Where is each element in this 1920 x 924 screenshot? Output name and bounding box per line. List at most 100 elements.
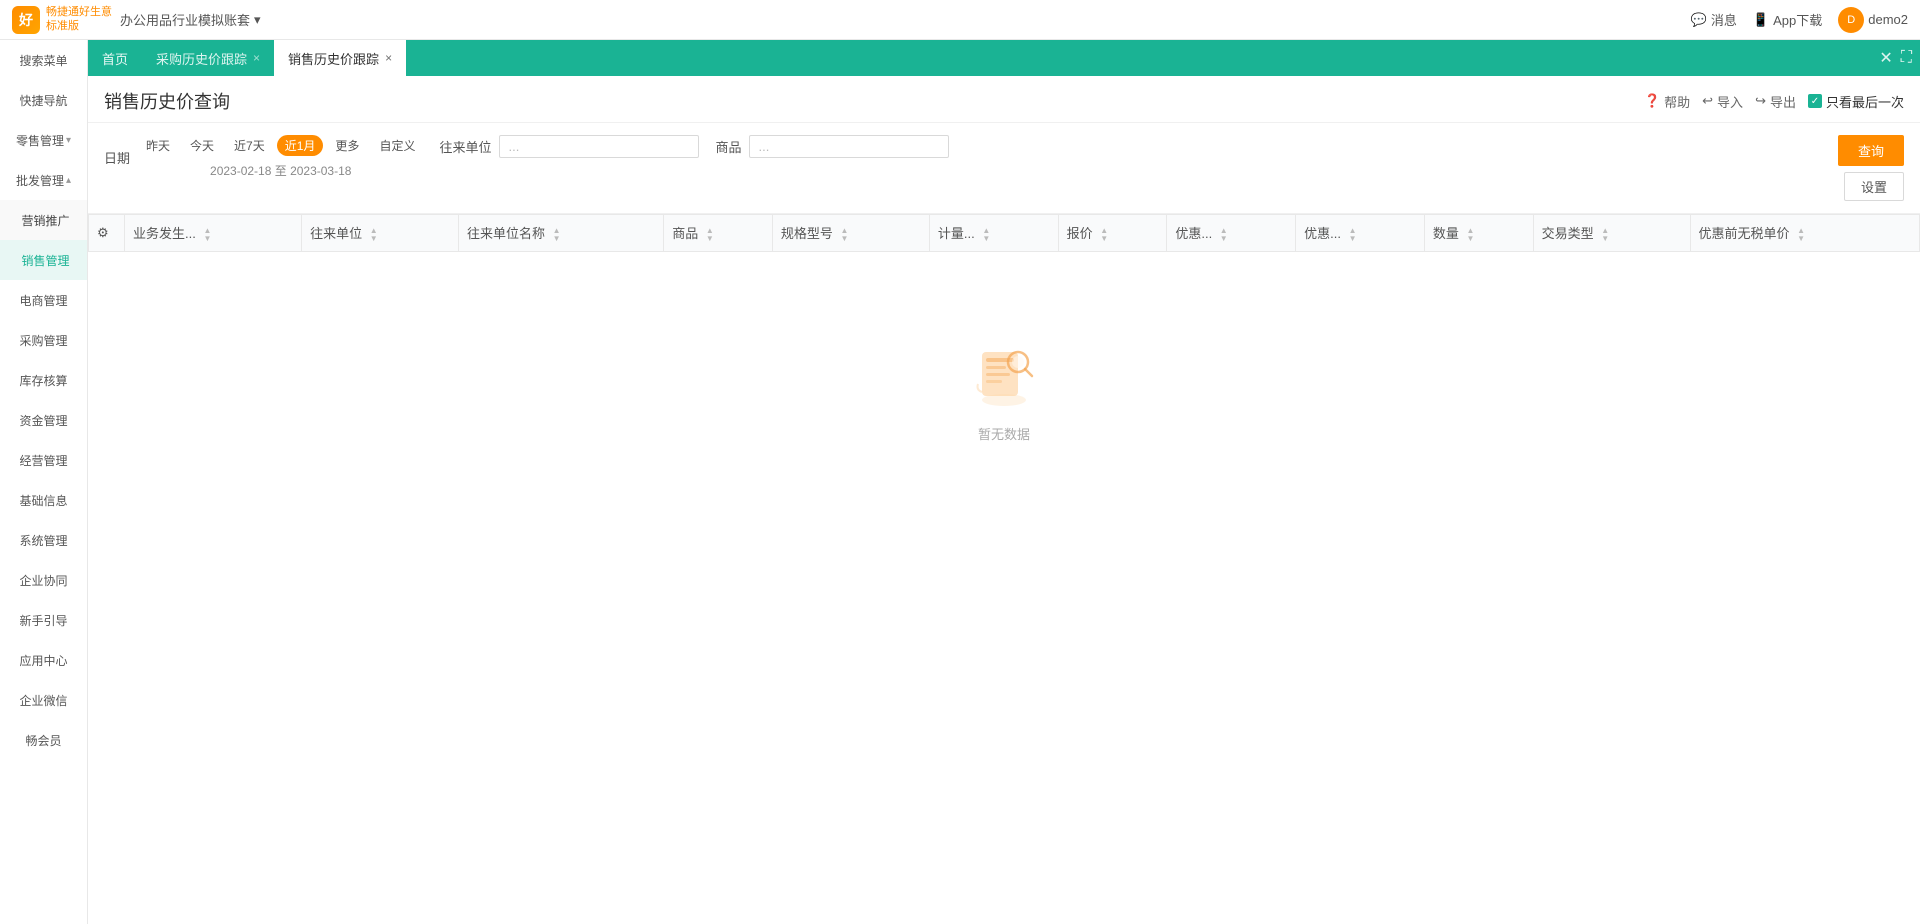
date-btn-1month[interactable]: 近1月 [277,135,324,156]
col-partner[interactable]: 往来单位 ▲▼ [302,215,459,252]
empty-illustration [964,332,1044,412]
empty-text: 暂无数据 [978,424,1030,443]
sidebar-item-wholesale[interactable]: 批发管理 ▴ [0,160,87,200]
sort-arrows-partner-name: ▲▼ [553,227,561,243]
app-download-button[interactable]: 📱 App下载 [1753,10,1822,29]
tab-close-all-button[interactable]: ✕ [1879,48,1892,68]
goods-label: 商品 [715,137,741,156]
date-btn-today[interactable]: 今天 [182,135,222,156]
tab-home[interactable]: 首页 [88,40,142,76]
sidebar-item-ecommerce[interactable]: 电商管理 [0,280,87,320]
logo-area: 好 畅捷通好生意 标准版 [12,6,112,34]
top-header: 好 畅捷通好生意 标准版 办公用品行业模拟账套 ▾ 💬 消息 📱 App下载 D… [0,0,1920,40]
chevron-up-icon: ▴ [66,175,71,186]
query-button[interactable]: 查询 [1838,135,1904,166]
sidebar-item-label: 新手引导 [19,612,67,629]
sort-arrows-discount1: ▲▼ [1220,227,1228,243]
sidebar-item-sales-mgmt[interactable]: 销售管理 [0,240,87,280]
sidebar-item-wechat[interactable]: 企业微信 [0,680,87,720]
user-avatar-area[interactable]: D demo2 [1838,7,1908,33]
sidebar-item-purchase[interactable]: 采购管理 [0,320,87,360]
import-button[interactable]: ↩ 导入 [1702,92,1743,111]
tabs-bar: 首页 采购历史价跟踪 × 销售历史价跟踪 × ✕ ⛶ [88,40,1920,76]
sidebar-item-label: 经营管理 [19,452,67,469]
col-spec[interactable]: 规格型号 ▲▼ [772,215,929,252]
sidebar-item-label: 营销推广 [21,212,69,229]
page-title-area: 销售历史价查询 ❓ 帮助 ↩ 导入 ↪ 导出 ✓ 只看最后一次 [88,76,1920,123]
export-icon: ↪ [1755,93,1766,109]
sort-arrows-spec: ▲▼ [841,227,849,243]
col-discount2[interactable]: 优惠... ▲▼ [1296,215,1425,252]
message-icon: 💬 [1691,12,1707,28]
sidebar-item-member[interactable]: 畅会员 [0,720,87,760]
date-filter-group: 日期 昨天 今天 近7天 近1月 更多 自定义 2023-02-18 至 202… [104,135,423,179]
sidebar-item-marketing[interactable]: 营销推广 [0,200,87,240]
col-price[interactable]: 报价 ▲▼ [1058,215,1167,252]
partner-input[interactable]: ... [499,135,699,158]
sidebar-item-retail[interactable]: 零售管理 ▾ [0,120,87,160]
table-header-row: ⚙ 业务发生... ▲▼ 往来单位 ▲▼ 往来单位名称 ▲▼ 商品 [89,215,1920,252]
sidebar-item-corp[interactable]: 企业协同 [0,560,87,600]
sidebar-item-label: 销售管理 [21,252,69,269]
main-content: 销售历史价查询 ❓ 帮助 ↩ 导入 ↪ 导出 ✓ 只看最后一次 日期 [88,76,1920,924]
sort-arrows-trade-type: ▲▼ [1601,227,1609,243]
setting-button[interactable]: 设置 [1844,172,1904,201]
sidebar-item-base[interactable]: 基础信息 [0,480,87,520]
date-btn-yesterday[interactable]: 昨天 [138,135,178,156]
chevron-down-icon: ▾ [254,12,261,28]
sidebar-item-operation[interactable]: 经营管理 [0,440,87,480]
sidebar-item-label: 应用中心 [19,652,67,669]
sort-arrows-goods: ▲▼ [706,227,714,243]
checkbox-icon: ✓ [1808,94,1822,108]
col-unit[interactable]: 计量... ▲▼ [929,215,1058,252]
sidebar-item-system[interactable]: 系统管理 [0,520,87,560]
tab-maximize-button[interactable]: ⛶ [1901,49,1912,67]
filter-actions: 查询 设置 [1838,135,1904,201]
sidebar-item-label: 企业微信 [19,692,67,709]
export-button[interactable]: ↪ 导出 [1755,92,1796,111]
account-dropdown[interactable]: 办公用品行业模拟账套 ▾ [120,10,261,29]
logo-text: 畅捷通好生意 标准版 [46,6,112,32]
sidebar-item-newbie[interactable]: 新手引导 [0,600,87,640]
col-goods[interactable]: 商品 ▲▼ [664,215,773,252]
col-partner-name[interactable]: 往来单位名称 ▲▼ [459,215,664,252]
date-btn-more[interactable]: 更多 [327,135,367,156]
col-biz-date[interactable]: 业务发生... ▲▼ [125,215,302,252]
sidebar-item-label: 搜索菜单 [19,52,67,69]
col-gear[interactable]: ⚙ [89,215,125,252]
col-quantity[interactable]: 数量 ▲▼ [1424,215,1533,252]
message-button[interactable]: 💬 消息 [1691,10,1737,29]
data-table: ⚙ 业务发生... ▲▼ 往来单位 ▲▼ 往来单位名称 ▲▼ 商品 [88,214,1920,252]
date-label: 日期 [104,148,130,167]
table-head: ⚙ 业务发生... ▲▼ 往来单位 ▲▼ 往来单位名称 ▲▼ 商品 [89,215,1920,252]
date-btn-7days[interactable]: 近7天 [226,135,273,156]
help-button[interactable]: ❓ 帮助 [1644,92,1690,111]
col-trade-type[interactable]: 交易类型 ▲▼ [1533,215,1690,252]
sidebar-item-inventory[interactable]: 库存核算 [0,360,87,400]
help-icon: ❓ [1644,93,1660,109]
col-discount1[interactable]: 优惠... ▲▼ [1167,215,1296,252]
tab-sales-history[interactable]: 销售历史价跟踪 × [274,40,406,76]
tabs-actions: ✕ ⛶ [1879,48,1920,68]
chevron-down-icon: ▾ [66,135,71,146]
sidebar-item-appstore[interactable]: 应用中心 [0,640,87,680]
sidebar-item-label: 库存核算 [19,372,67,389]
sidebar-item-label: 电商管理 [19,292,67,309]
sidebar-item-finance[interactable]: 资金管理 [0,400,87,440]
sidebar-item-shortcut[interactable]: 快捷导航 [0,80,87,120]
header-right: 💬 消息 📱 App下载 D demo2 [1691,7,1908,33]
tab-close-purchase[interactable]: × [253,51,260,65]
sort-arrows-quantity: ▲▼ [1467,227,1475,243]
sidebar-item-search[interactable]: 搜索菜单 [0,40,87,80]
filter-area: 日期 昨天 今天 近7天 近1月 更多 自定义 2023-02-18 至 202… [88,123,1920,214]
only-last-checkbox[interactable]: ✓ 只看最后一次 [1808,92,1904,111]
tab-close-sales[interactable]: × [385,51,392,65]
sort-arrows-discount2: ▲▼ [1349,227,1357,243]
sidebar-item-label: 资金管理 [19,412,67,429]
goods-input[interactable]: ... [749,135,949,158]
sidebar-item-label: 采购管理 [19,332,67,349]
sort-arrows-unit: ▲▼ [982,227,990,243]
col-pretax-price[interactable]: 优惠前无税单价 ▲▼ [1690,215,1919,252]
tab-purchase-history[interactable]: 采购历史价跟踪 × [142,40,274,76]
date-btn-custom[interactable]: 自定义 [371,135,423,156]
